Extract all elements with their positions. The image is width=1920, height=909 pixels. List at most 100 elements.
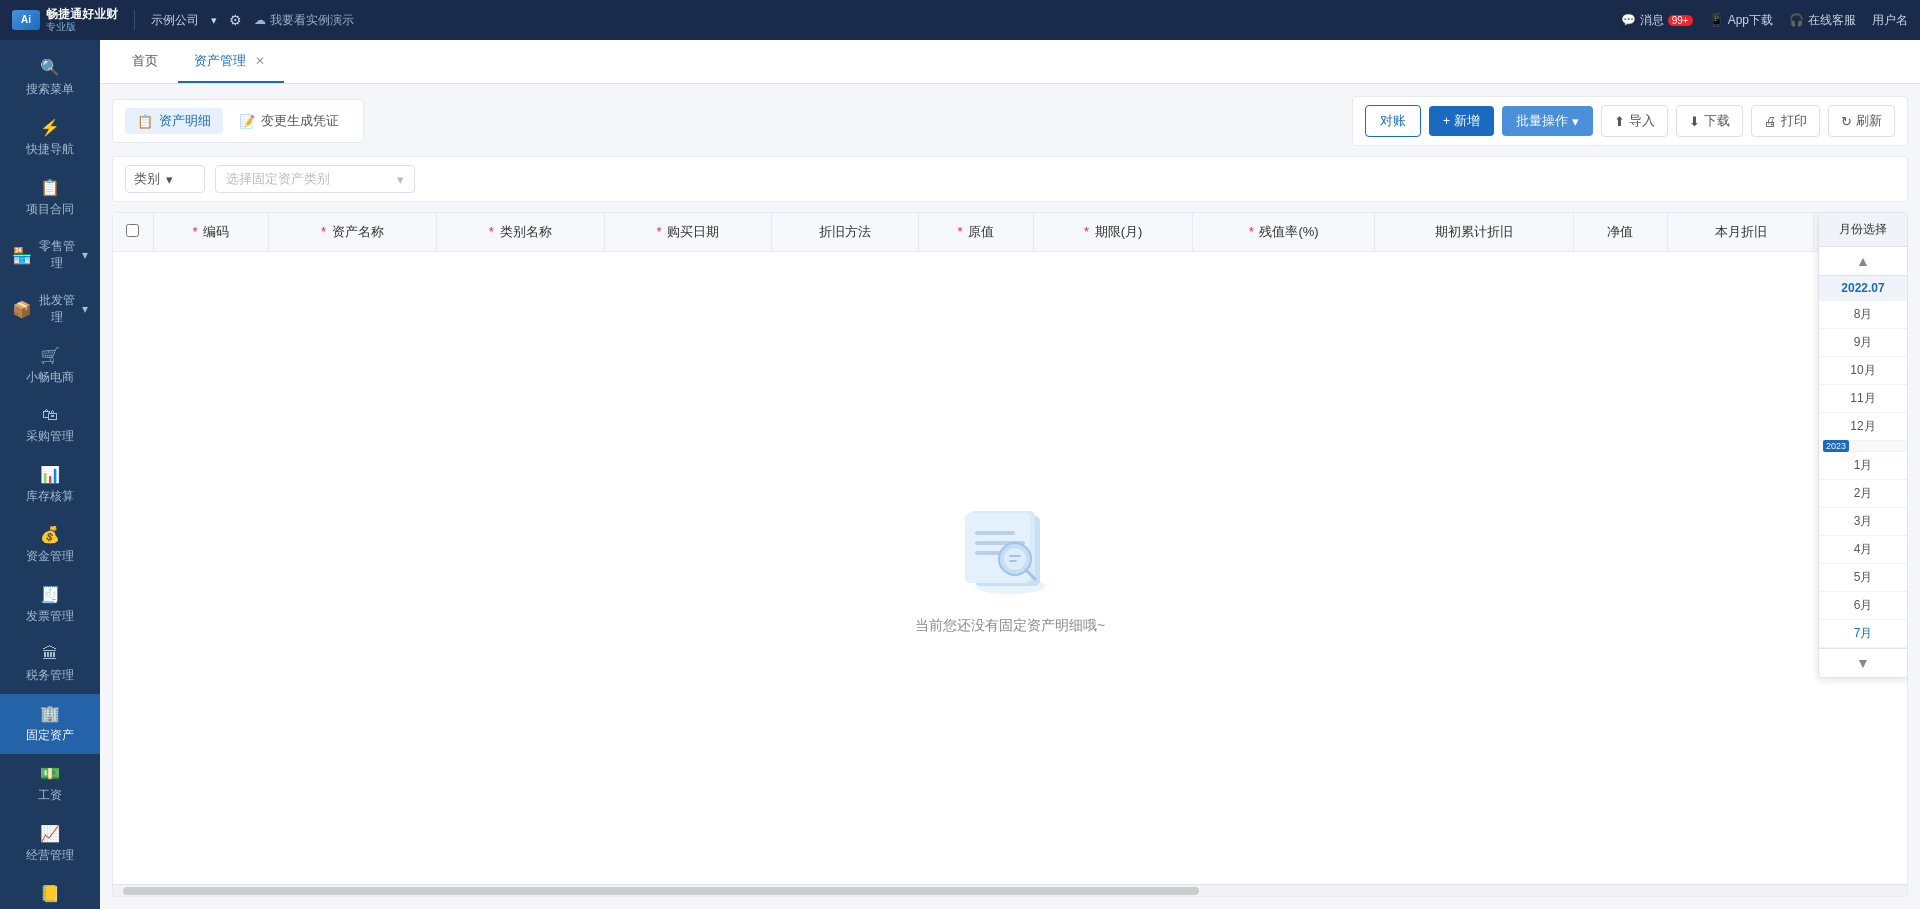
- year-2023-badge: 2023: [1823, 440, 1849, 452]
- month-item-2023-5[interactable]: 5月: [1819, 564, 1907, 592]
- sidebar-label-finance: 资金管理: [26, 548, 74, 565]
- sub-tabs-toolbar-row: 📋 资产明细 📝 变更生成凭证 对账 + 新增 批量操作 ▾: [112, 96, 1908, 146]
- th-period: * 期限(月): [1034, 213, 1193, 252]
- batch-dropdown-icon: ▾: [1572, 114, 1579, 129]
- app-download-btn[interactable]: 📱 App下载: [1709, 12, 1773, 29]
- tab-asset-management[interactable]: 资产管理 ✕: [178, 40, 284, 83]
- category-select[interactable]: 类别 ▾: [125, 165, 205, 193]
- month-item-10[interactable]: 10月: [1819, 357, 1907, 385]
- month-item-2023-4[interactable]: 4月: [1819, 536, 1907, 564]
- online-service-btn[interactable]: 🎧 在线客服: [1789, 12, 1856, 29]
- message-label: 消息: [1640, 12, 1664, 29]
- sidebar-label-wholesale: 批发管理: [36, 292, 78, 326]
- sidebar-item-ledger[interactable]: 📒 总账管理: [0, 874, 100, 909]
- sidebar-item-salary[interactable]: 💵 工资: [0, 754, 100, 814]
- table-container: * 编码 * 资产名称 * 类别名称: [112, 212, 1908, 897]
- month-picker-up-btn[interactable]: ▲: [1850, 251, 1876, 271]
- print-icon: 🖨: [1764, 114, 1777, 129]
- company-dropdown-icon[interactable]: ▾: [211, 14, 217, 27]
- main-layout: 🔍 搜索菜单 ⚡ 快捷导航 📋 项目合同 🏪 零售管理 ▾ 📦 批发管理 ▾ 🛒…: [0, 40, 1920, 909]
- ecommerce-icon: 🛒: [40, 346, 60, 365]
- th-category-name: * 类别名称: [436, 213, 604, 252]
- app-edition: 专业版: [46, 21, 118, 33]
- sub-tab-change-voucher[interactable]: 📝 变更生成凭证: [227, 108, 351, 134]
- download-label: 下载: [1704, 112, 1730, 130]
- settings-icon[interactable]: ⚙: [229, 12, 242, 28]
- filter-bar: 类别 ▾ 选择固定资产类别 ▾: [112, 156, 1908, 202]
- month-item-2023-3[interactable]: 3月: [1819, 508, 1907, 536]
- salary-icon: 💵: [40, 764, 60, 783]
- month-item-2022-header: 2022.07: [1819, 276, 1907, 301]
- th-code: * 编码: [153, 213, 269, 252]
- sidebar-item-wholesale[interactable]: 📦 批发管理 ▾: [0, 282, 100, 336]
- sidebar-label-project: 项目合同: [26, 201, 74, 218]
- top-bar: Ai 畅捷通好业财 专业版 示例公司 ▾ ⚙ ☁ 我要看实例演示 💬 消息 99…: [0, 0, 1920, 40]
- month-item-8[interactable]: 8月: [1819, 301, 1907, 329]
- app-name: 畅捷通好业财: [46, 7, 118, 21]
- app-logo: Ai 畅捷通好业财 专业版: [12, 7, 118, 33]
- svg-rect-4: [975, 531, 1015, 535]
- tab-close-icon[interactable]: ✕: [252, 53, 268, 69]
- tab-home[interactable]: 首页: [116, 40, 174, 83]
- scrollbar-thumb[interactable]: [123, 887, 1199, 895]
- import-icon: ⬆: [1614, 114, 1625, 129]
- company-name[interactable]: 示例公司: [151, 12, 199, 29]
- sub-tab-asset-detail[interactable]: 📋 资产明细: [125, 108, 223, 134]
- sub-tab-asset-detail-label: 资产明细: [159, 112, 211, 130]
- wholesale-icon: 📦: [12, 300, 32, 319]
- sidebar-item-retail[interactable]: 🏪 零售管理 ▾: [0, 228, 100, 282]
- sidebar-item-inventory[interactable]: 📊 库存核算: [0, 455, 100, 515]
- month-item-2023-2[interactable]: 2月: [1819, 480, 1907, 508]
- month-item-12[interactable]: 12月: [1819, 413, 1907, 441]
- category-placeholder-select[interactable]: 选择固定资产类别 ▾: [215, 165, 415, 193]
- app-download-label: App下载: [1728, 12, 1773, 29]
- download-button[interactable]: ⬇ 下载: [1676, 105, 1743, 137]
- month-item-11[interactable]: 11月: [1819, 385, 1907, 413]
- message-btn[interactable]: 💬 消息 99+: [1621, 12, 1693, 29]
- sidebar-item-ecommerce[interactable]: 🛒 小畅电商: [0, 336, 100, 396]
- sidebar-item-purchase[interactable]: 🛍 采购管理: [0, 396, 100, 455]
- month-item-2023-1[interactable]: 1月: [1819, 452, 1907, 480]
- table-scrollbar[interactable]: [113, 884, 1907, 896]
- user-name[interactable]: 用户名: [1872, 12, 1908, 29]
- empty-text: 当前您还没有固定资产明细哦~: [915, 617, 1105, 635]
- sidebar-item-project[interactable]: 📋 项目合同: [0, 168, 100, 228]
- table-area: * 编码 * 资产名称 * 类别名称: [112, 212, 1908, 897]
- month-picker-header: 月份选择: [1819, 213, 1907, 247]
- sidebar-item-tax[interactable]: 🏛 税务管理: [0, 635, 100, 694]
- sidebar-item-operations[interactable]: 📈 经营管理: [0, 814, 100, 874]
- th-accumulated-depreciation: 期初累计折旧: [1375, 213, 1573, 252]
- sidebar-label-retail: 零售管理: [36, 238, 78, 272]
- reconcile-button[interactable]: 对账: [1365, 105, 1421, 137]
- quick-nav-icon: ⚡: [40, 118, 60, 137]
- add-button[interactable]: + 新增: [1429, 106, 1494, 136]
- finance-icon: 💰: [40, 525, 60, 544]
- batch-button[interactable]: 批量操作 ▾: [1502, 106, 1593, 136]
- retail-icon: 🏪: [12, 246, 32, 265]
- refresh-icon: ↻: [1841, 114, 1852, 129]
- month-item-2023-6[interactable]: 6月: [1819, 592, 1907, 620]
- refresh-button[interactable]: ↻ 刷新: [1828, 105, 1895, 137]
- month-picker-down-btn[interactable]: ▼: [1856, 655, 1870, 671]
- cloud-icon: ☁: [254, 13, 266, 27]
- print-button[interactable]: 🖨 打印: [1751, 105, 1820, 137]
- sidebar-label-quick-nav: 快捷导航: [26, 141, 74, 158]
- select-all-checkbox[interactable]: [126, 224, 139, 237]
- sidebar-item-quick-nav[interactable]: ⚡ 快捷导航: [0, 108, 100, 168]
- search-icon: 🔍: [40, 58, 60, 77]
- sidebar-item-fixed-assets[interactable]: 🏢 固定资产: [0, 694, 100, 754]
- sidebar: 🔍 搜索菜单 ⚡ 快捷导航 📋 项目合同 🏪 零售管理 ▾ 📦 批发管理 ▾ 🛒…: [0, 40, 100, 909]
- headset-icon: 🎧: [1789, 13, 1804, 27]
- th-purchase-date: * 购买日期: [604, 213, 772, 252]
- import-button[interactable]: ⬆ 导入: [1601, 105, 1668, 137]
- month-item-9[interactable]: 9月: [1819, 329, 1907, 357]
- retail-arrow-icon: ▾: [82, 248, 88, 262]
- sidebar-item-invoice[interactable]: 🧾 发票管理: [0, 575, 100, 635]
- category-label: 类别: [134, 170, 160, 188]
- sidebar-item-finance[interactable]: 💰 资金管理: [0, 515, 100, 575]
- month-item-2023-7[interactable]: 7月: [1819, 620, 1907, 648]
- sidebar-item-search[interactable]: 🔍 搜索菜单: [0, 48, 100, 108]
- month-item-2023-badge: 2023: [1819, 441, 1907, 452]
- ledger-icon: 📒: [40, 884, 60, 903]
- demo-link[interactable]: ☁ 我要看实例演示: [254, 12, 354, 29]
